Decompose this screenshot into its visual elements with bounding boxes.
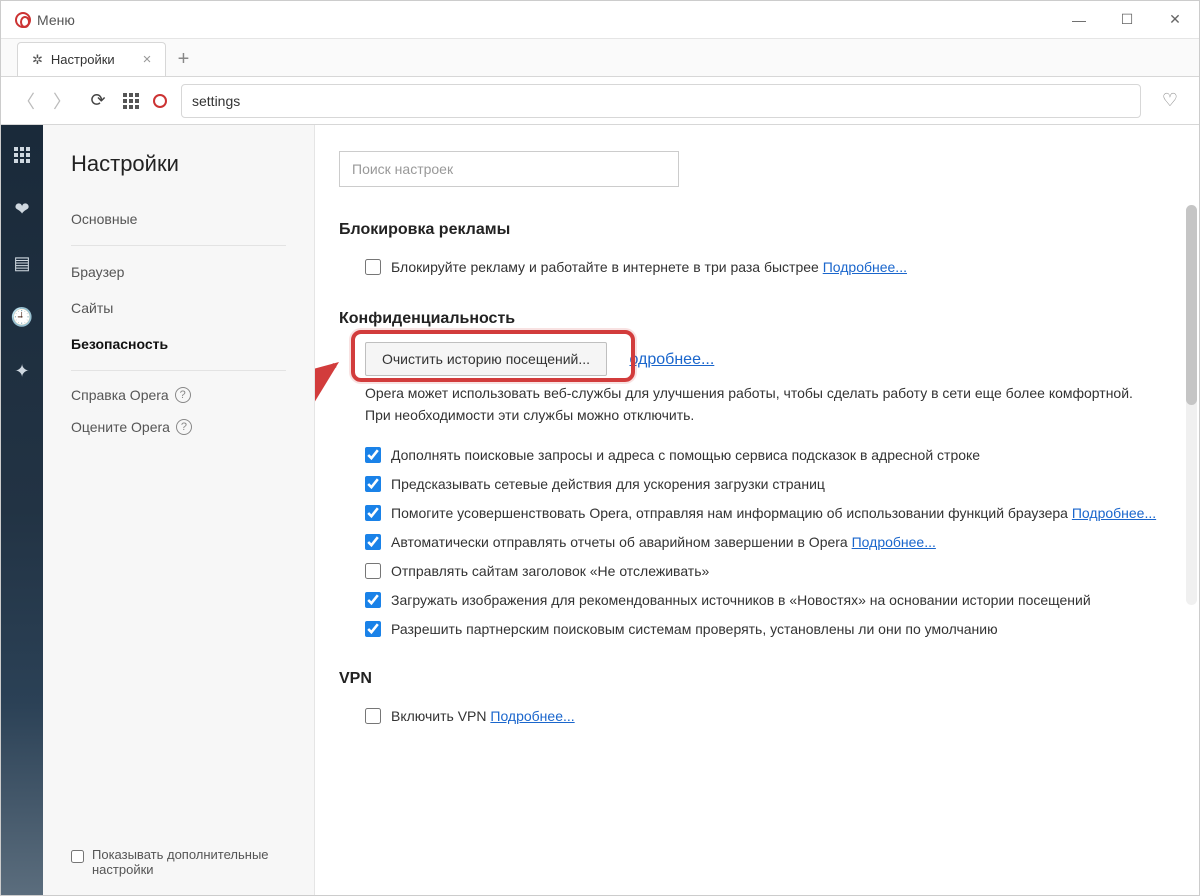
privacy-checkbox-list: Дополнять поисковые запросы и адреса с п… bbox=[339, 441, 1165, 644]
tab-close-icon[interactable]: × bbox=[143, 51, 152, 68]
vpn-text: Включить VPN bbox=[391, 708, 486, 724]
privacy-row: Загружать изображения для рекомендованны… bbox=[365, 586, 1165, 615]
section-privacy-title: Конфиденциальность bbox=[339, 310, 1165, 328]
privacy-checkbox[interactable] bbox=[365, 505, 381, 521]
privacy-row: Предсказывать сетевые действия для ускор… bbox=[365, 470, 1165, 499]
tab-strip: ✲ Настройки × + bbox=[1, 39, 1199, 77]
privacy-row: Помогите усовершенствовать Opera, отправ… bbox=[365, 499, 1165, 528]
sidebar-title: Настройки bbox=[43, 151, 314, 201]
opera-logo-icon bbox=[15, 12, 31, 28]
opera-badge-icon bbox=[153, 94, 167, 108]
privacy-checkbox[interactable] bbox=[365, 534, 381, 550]
rate-label: Оцените Opera bbox=[71, 419, 170, 435]
rail-bookmarks-icon[interactable]: ❤ bbox=[1, 195, 43, 223]
forward-button[interactable]: 〉 bbox=[51, 88, 73, 114]
privacy-row-link[interactable]: Подробнее... bbox=[1072, 505, 1156, 521]
rail-extensions-icon[interactable]: ✦ bbox=[1, 357, 43, 385]
settings-search-input[interactable]: Поиск настроек bbox=[339, 151, 679, 187]
sidebar-footer: Показывать дополнительные настройки bbox=[43, 847, 314, 895]
sidebar-rate-link[interactable]: Оцените Opera ? bbox=[43, 411, 314, 443]
privacy-desc: Opera может использовать веб-службы для … bbox=[365, 382, 1165, 427]
show-advanced-checkbox[interactable] bbox=[71, 850, 84, 863]
maximize-button[interactable]: ☐ bbox=[1103, 1, 1151, 39]
ads-block-text: Блокируйте рекламу и работайте в интерне… bbox=[391, 259, 819, 275]
vpn-enable-checkbox[interactable] bbox=[365, 708, 381, 724]
ads-block-checkbox[interactable] bbox=[365, 259, 381, 275]
title-bar: Меню — ☐ ✕ bbox=[1, 1, 1199, 39]
sidebar-item-sites[interactable]: Сайты bbox=[43, 290, 314, 326]
address-value: settings bbox=[192, 93, 240, 109]
sidebar-item-basic[interactable]: Основные bbox=[43, 201, 314, 237]
speed-dial-icon[interactable] bbox=[123, 93, 139, 109]
close-button[interactable]: ✕ bbox=[1151, 1, 1199, 39]
privacy-checkbox[interactable] bbox=[365, 563, 381, 579]
gear-icon: ✲ bbox=[32, 52, 43, 68]
privacy-row-text: Предсказывать сетевые действия для ускор… bbox=[391, 476, 825, 492]
privacy-row: Автоматически отправлять отчеты об авари… bbox=[365, 528, 1165, 557]
settings-content: Поиск настроек Блокировка рекламы Блокир… bbox=[315, 125, 1199, 895]
new-tab-button[interactable]: + bbox=[166, 42, 200, 76]
privacy-row-text: Загружать изображения для рекомендованны… bbox=[391, 592, 1091, 608]
help-label: Справка Opera bbox=[71, 387, 169, 403]
privacy-row: Отправлять сайтам заголовок «Не отслежив… bbox=[365, 557, 1165, 586]
section-ads-title: Блокировка рекламы bbox=[339, 221, 1165, 239]
show-advanced-label: Показывать дополнительные настройки bbox=[92, 847, 286, 877]
privacy-row: Разрешить партнерским поисковым системам… bbox=[365, 615, 1165, 644]
privacy-checkbox[interactable] bbox=[365, 476, 381, 492]
menu-label: Меню bbox=[37, 12, 75, 28]
content-inner: Поиск настроек Блокировка рекламы Блокир… bbox=[315, 125, 1199, 771]
sidebar-item-security[interactable]: Безопасность bbox=[43, 326, 314, 362]
privacy-checkbox[interactable] bbox=[365, 447, 381, 463]
left-rail: ❤ ▤ 🕘 ✦ bbox=[1, 125, 43, 895]
rail-history-icon[interactable]: 🕘 bbox=[1, 303, 43, 331]
vpn-learn-more-link[interactable]: Подробнее... bbox=[490, 708, 574, 724]
rail-speed-dial-icon[interactable] bbox=[1, 141, 43, 169]
reload-button[interactable]: ⟳ bbox=[87, 90, 109, 111]
tab-label: Настройки bbox=[51, 52, 115, 67]
sidebar-item-browser[interactable]: Браузер bbox=[43, 254, 314, 290]
privacy-row-link[interactable]: Подробнее... bbox=[852, 534, 936, 550]
nav-bar: 〈 〉 ⟳ settings ♡ bbox=[1, 77, 1199, 125]
browser-window: Меню — ☐ ✕ ✲ Настройки × + 〈 〉 ⟳ setting… bbox=[0, 0, 1200, 896]
address-bar[interactable]: settings bbox=[181, 84, 1141, 118]
main-area: ❤ ▤ 🕘 ✦ Настройки Основные Браузер Сайты… bbox=[1, 125, 1199, 895]
privacy-checkbox[interactable] bbox=[365, 621, 381, 637]
privacy-row-text: Отправлять сайтам заголовок «Не отслежив… bbox=[391, 563, 709, 579]
privacy-row-text: Дополнять поисковые запросы и адреса с п… bbox=[391, 447, 980, 463]
privacy-row-text: Разрешить партнерским поисковым системам… bbox=[391, 621, 998, 637]
privacy-row-text: Помогите усовершенствовать Opera, отправ… bbox=[391, 505, 1068, 521]
ads-learn-more-link[interactable]: Подробнее... bbox=[823, 259, 907, 275]
vpn-row: Включить VPN Подробнее... bbox=[365, 702, 1165, 731]
settings-sidebar: Настройки Основные Браузер Сайты Безопас… bbox=[43, 125, 315, 895]
clear-history-button[interactable]: Очистить историю посещений... bbox=[365, 342, 607, 376]
sidebar-help-link[interactable]: Справка Opera ? bbox=[43, 379, 314, 411]
sidebar-divider bbox=[71, 370, 286, 371]
privacy-row-text: Автоматически отправлять отчеты об авари… bbox=[391, 534, 848, 550]
help-icon: ? bbox=[175, 387, 191, 403]
privacy-row: Дополнять поисковые запросы и адреса с п… bbox=[365, 441, 1165, 470]
privacy-checkbox[interactable] bbox=[365, 592, 381, 608]
window-controls: — ☐ ✕ bbox=[1055, 1, 1199, 39]
menu-button[interactable]: Меню bbox=[1, 1, 89, 38]
minimize-button[interactable]: — bbox=[1055, 1, 1103, 39]
search-placeholder: Поиск настроек bbox=[352, 161, 453, 177]
back-button[interactable]: 〈 bbox=[15, 88, 37, 114]
privacy-learn-more-link[interactable]: одробнее... bbox=[629, 351, 714, 368]
section-vpn-title: VPN bbox=[339, 670, 1165, 688]
tab-settings[interactable]: ✲ Настройки × bbox=[17, 42, 166, 76]
help-icon: ? bbox=[176, 419, 192, 435]
ads-block-row: Блокируйте рекламу и работайте в интерне… bbox=[365, 253, 1165, 282]
sidebar-divider bbox=[71, 245, 286, 246]
favorite-button[interactable]: ♡ bbox=[1155, 90, 1185, 111]
rail-news-icon[interactable]: ▤ bbox=[1, 249, 43, 277]
